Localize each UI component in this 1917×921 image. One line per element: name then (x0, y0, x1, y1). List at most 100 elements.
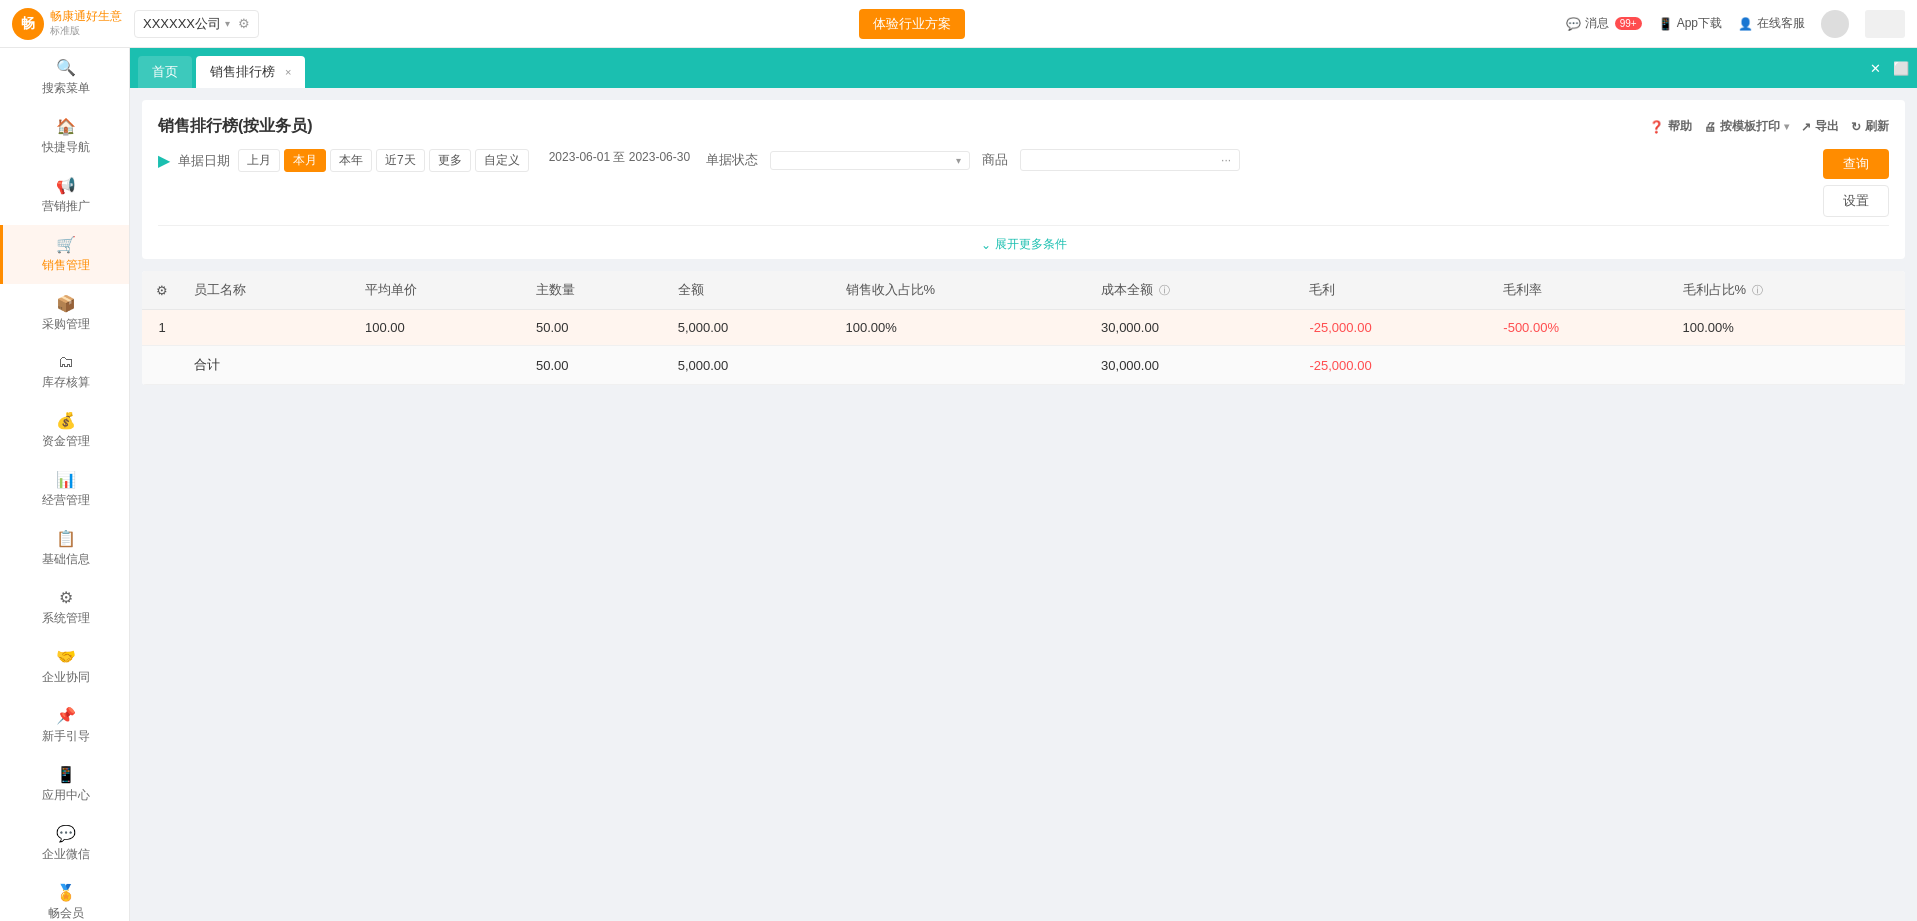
top-bar: 畅 畅康通好生意 标准版 XXXXXX公司 ▾ ⚙ 体验行业方案 💬 消息 99… (0, 0, 1917, 48)
col-sales-pct: 销售收入占比% (834, 271, 1090, 310)
sidebar-item-purchase[interactable]: 📦 采购管理 (0, 284, 129, 343)
col-gross-pct: 毛利占比% ⓘ (1671, 271, 1905, 310)
tab-close-icon[interactable]: × (285, 66, 291, 78)
sidebar: 🔍 搜索菜单 🏠 快捷导航 📢 营销推广 🛒 销售管理 📦 采购管理 🗂 (0, 48, 130, 921)
sidebar-item-finance[interactable]: 💰 资金管理 (0, 401, 129, 460)
service-icon: 👤 (1738, 17, 1753, 31)
sidebar-item-label: 企业微信 (42, 846, 90, 863)
app-download-item[interactable]: 📱 App下载 (1658, 15, 1722, 32)
sidebar-item-label: 新手引导 (42, 728, 90, 745)
logo-icon: 畅 (12, 8, 44, 40)
maximize-icon[interactable]: ⬜ (1893, 61, 1909, 76)
sidebar-item-label: 基础信息 (42, 551, 90, 568)
sidebar-item-wechat[interactable]: 💬 企业微信 (0, 814, 129, 873)
period-this-month[interactable]: 本月 (284, 149, 326, 172)
period-7days[interactable]: 近7天 (376, 149, 425, 172)
setting-button[interactable]: 设置 (1823, 185, 1889, 217)
sidebar-item-label: 采购管理 (42, 316, 90, 333)
sidebar-item-label: 应用中心 (42, 787, 90, 804)
goods-filter-label: 商品 (982, 151, 1008, 169)
expand-bar[interactable]: ⌄ 展开更多条件 (158, 225, 1889, 259)
data-table-container: ⚙ 员工名称 平均单价 主数量 全额 销售收入占比% 成本全额 ⓘ (142, 271, 1905, 385)
query-button[interactable]: 查询 (1823, 149, 1889, 179)
action-bar: ❓ 帮助 🖨 按模板打印 ▾ ↗ 导出 (1649, 118, 1889, 135)
sidebar-item-apps[interactable]: 📱 应用中心 (0, 755, 129, 814)
sidebar-item-sales[interactable]: 🛒 销售管理 (0, 225, 129, 284)
wechat-icon: 💬 (56, 824, 76, 843)
period-last-month[interactable]: 上月 (238, 149, 280, 172)
expand-btn[interactable]: ⌄ 展开更多条件 (158, 236, 1889, 253)
footer-avg-cell (353, 346, 524, 385)
tab-home[interactable]: 首页 (138, 56, 192, 88)
refresh-action[interactable]: ↻ 刷新 (1851, 118, 1889, 135)
close-window-icon[interactable]: ✕ (1870, 61, 1881, 76)
table-header-row: ⚙ 员工名称 平均单价 主数量 全额 销售收入占比% 成本全额 ⓘ (142, 271, 1905, 310)
sidebar-item-label: 畅会员 (48, 905, 84, 921)
footer-amount-cell: 5,000.00 (666, 346, 834, 385)
goods-more-icon[interactable]: ··· (1221, 153, 1231, 167)
page-title-row: 销售排行榜(按业务员) ❓ 帮助 🖨 按模板打印 ▾ (158, 116, 1889, 137)
footer-sales-pct-cell (834, 346, 1090, 385)
company-name: XXXXXX公司 (143, 15, 221, 33)
message-badge: 99+ (1615, 17, 1642, 30)
gross-pct-info-icon[interactable]: ⓘ (1752, 284, 1763, 296)
sidebar-item-label: 搜索菜单 (42, 80, 90, 97)
sidebar-item-corp[interactable]: 🤝 企业协同 (0, 637, 129, 696)
chevron-down-icon: ▾ (225, 18, 230, 29)
name-cell (182, 310, 353, 346)
sidebar-item-marketing[interactable]: 📢 营销推广 (0, 166, 129, 225)
operation-icon: 📊 (56, 470, 76, 489)
cost-info-icon[interactable]: ⓘ (1159, 284, 1170, 296)
settings-icon[interactable]: ⚙ (238, 16, 250, 31)
status-select[interactable]: ▾ (770, 151, 970, 170)
message-item[interactable]: 💬 消息 99+ (1566, 15, 1642, 32)
logo-area: 畅 畅康通好生意 标准版 (12, 8, 122, 40)
refresh-icon: ↻ (1851, 120, 1861, 134)
goods-input[interactable]: ··· (1020, 149, 1240, 171)
basic-icon: 📋 (56, 529, 76, 548)
expand-down-icon: ⌄ (981, 238, 991, 252)
export-action[interactable]: ↗ 导出 (1801, 118, 1839, 135)
company-selector[interactable]: XXXXXX公司 ▾ ⚙ (134, 10, 259, 38)
sidebar-item-inventory[interactable]: 🗂 库存核算 (0, 343, 129, 401)
service-item[interactable]: 👤 在线客服 (1738, 15, 1805, 32)
sidebar-item-system[interactable]: ⚙ 系统管理 (0, 578, 129, 637)
status-filter-label: 单据状态 (706, 151, 758, 169)
sidebar-item-guide[interactable]: 📌 新手引导 (0, 696, 129, 755)
col-settings[interactable]: ⚙ (142, 271, 182, 310)
sidebar-item-label: 销售管理 (42, 257, 90, 274)
avatar[interactable] (1821, 10, 1849, 38)
marketing-icon: 📢 (56, 176, 76, 195)
home-tab-label: 首页 (152, 63, 178, 81)
logo-text: 畅康通好生意 (50, 9, 122, 25)
export-label: 导出 (1815, 118, 1839, 135)
refresh-label: 刷新 (1865, 118, 1889, 135)
filter-toggle-icon[interactable]: ▶ (158, 151, 170, 170)
help-action[interactable]: ❓ 帮助 (1649, 118, 1692, 135)
sidebar-item-basic[interactable]: 📋 基础信息 (0, 519, 129, 578)
period-custom[interactable]: 自定义 (475, 149, 529, 172)
avatar-placeholder (1865, 10, 1905, 38)
app-icon: 📱 (1658, 17, 1673, 31)
sidebar-item-member[interactable]: 🏅 畅会员 (0, 873, 129, 921)
print-action[interactable]: 🖨 按模板打印 ▾ (1704, 118, 1789, 135)
message-label: 消息 (1585, 15, 1609, 32)
sidebar-item-operation[interactable]: 📊 经营管理 (0, 460, 129, 519)
date-filter-label: 单据日期 (178, 152, 230, 170)
tab-bar-right: ✕ ⬜ (1870, 61, 1909, 76)
table-settings-icon[interactable]: ⚙ (156, 283, 168, 298)
sidebar-item-quick[interactable]: 🏠 快捷导航 (0, 107, 129, 166)
col-name: 员工名称 (182, 271, 353, 310)
period-more[interactable]: 更多 (429, 149, 471, 172)
sales-pct-cell: 100.00% (834, 310, 1090, 346)
trial-button[interactable]: 体验行业方案 (859, 9, 965, 39)
sidebar-item-search[interactable]: 🔍 搜索菜单 (0, 48, 129, 107)
member-icon: 🏅 (56, 883, 76, 902)
data-table: ⚙ 员工名称 平均单价 主数量 全额 销售收入占比% 成本全额 ⓘ (142, 271, 1905, 385)
tab-sales-ranking[interactable]: 销售排行榜 × (196, 56, 305, 88)
sidebar-item-label: 库存核算 (42, 374, 90, 391)
service-label: 在线客服 (1757, 15, 1805, 32)
period-this-year[interactable]: 本年 (330, 149, 372, 172)
search-icon: 🔍 (56, 58, 76, 77)
sales-icon: 🛒 (56, 235, 76, 254)
